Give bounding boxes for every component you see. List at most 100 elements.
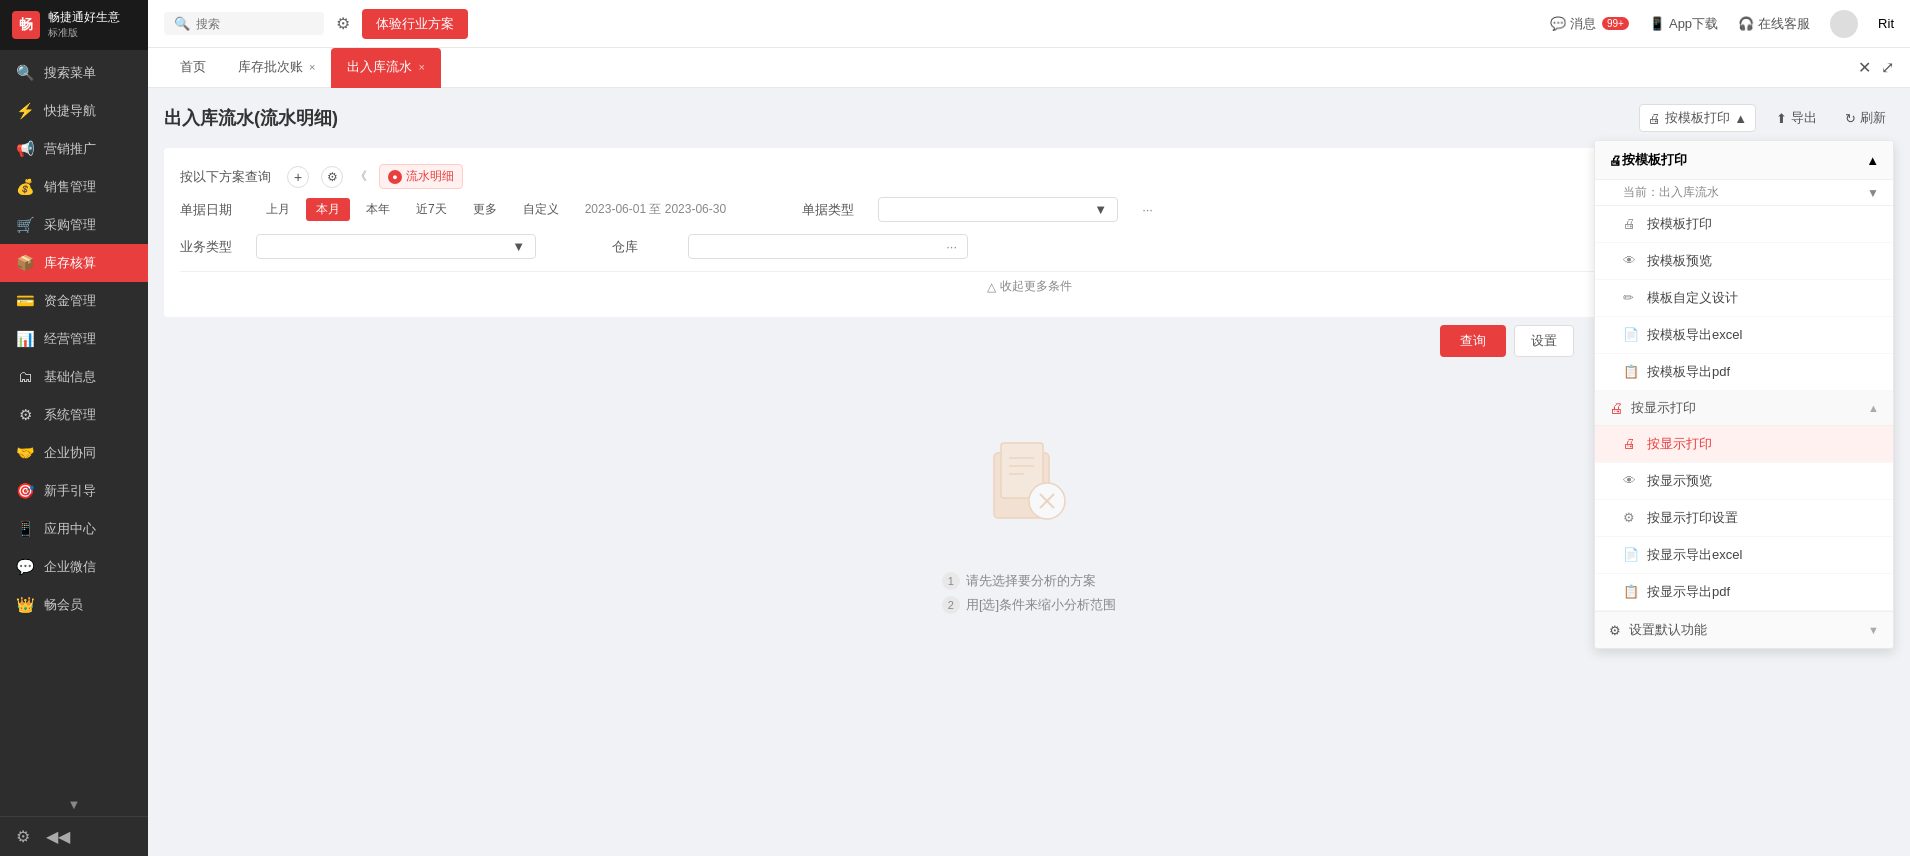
dropdown-item-display-preview[interactable]: 👁 按显示预览 (1595, 463, 1893, 500)
topbar: 🔍 ⚙ 体验行业方案 💬 消息 99+ 📱 App下载 🎧 在线客服 Rit (148, 0, 1910, 48)
lightning-icon: ⚡ (16, 102, 34, 120)
dropdown-item-template-custom[interactable]: ✏ 模板自定义设计 (1595, 280, 1893, 317)
tab-stock-flow[interactable]: 出入库流水 × (331, 48, 440, 88)
tab-expand-btn[interactable]: ⤢ (1881, 58, 1894, 77)
logo-text: 畅捷通好生意 标准版 (48, 10, 120, 40)
search-bar[interactable]: 🔍 (164, 12, 324, 35)
sidebar-nav: 🔍 搜索菜单 ⚡ 快捷导航 📢 营销推广 💰 销售管理 🛒 采购管理 📦 库存核… (0, 50, 148, 793)
print-template-btn[interactable]: 🖨 按模板打印 ▲ (1639, 104, 1756, 132)
sidebar-item-quick-nav[interactable]: ⚡ 快捷导航 (0, 92, 148, 130)
query-btn[interactable]: 查询 (1440, 325, 1506, 357)
display-print-icon: 🖨 (1623, 436, 1639, 452)
dropdown-header-print-icon: 🖨 (1609, 153, 1622, 168)
sidebar-item-basic[interactable]: 🗂 基础信息 (0, 358, 148, 396)
tab-inventory-batch[interactable]: 库存批次账 × (222, 48, 331, 88)
tab-home[interactable]: 首页 (164, 48, 222, 88)
marketing-icon: 📢 (16, 140, 34, 158)
search-input[interactable] (196, 17, 316, 31)
date-option-this-year[interactable]: 本年 (356, 198, 400, 221)
online-service-btn[interactable]: 🎧 在线客服 (1738, 15, 1810, 33)
date-option-last-7-days[interactable]: 近7天 (406, 198, 457, 221)
sidebar-item-wechat[interactable]: 💬 企业微信 (0, 548, 148, 586)
dropdown-item-display-export-excel[interactable]: 📄 按显示导出excel (1595, 537, 1893, 574)
mobile-icon: 📱 (1649, 16, 1665, 31)
collapse-icon[interactable]: ◀◀ (46, 827, 70, 846)
excel-icon: 📄 (1623, 327, 1639, 343)
sidebar-item-guide[interactable]: 🎯 新手引导 (0, 472, 148, 510)
date-label: 单据日期 (180, 201, 240, 219)
page-title: 出入库流水(流水明细) (164, 106, 338, 130)
dropdown-item-template-export-excel[interactable]: 📄 按模板导出excel (1595, 317, 1893, 354)
export-btn[interactable]: ⬆ 导出 (1768, 105, 1825, 131)
dropdown-footer[interactable]: ⚙ 设置默认功能 ▼ (1595, 611, 1893, 648)
sidebar-item-sales[interactable]: 💰 销售管理 (0, 168, 148, 206)
sidebar-item-operation[interactable]: 📊 经营管理 (0, 320, 148, 358)
display-section-toggle[interactable]: ▲ (1868, 402, 1879, 414)
sidebar-item-enterprise[interactable]: 🤝 企业协同 (0, 434, 148, 472)
pdf-icon: 📋 (1623, 364, 1639, 380)
tab-close-all-btn[interactable]: ✕ (1858, 58, 1871, 77)
setting-btn[interactable]: 设置 (1514, 325, 1574, 357)
business-type-select[interactable]: ▼ (256, 234, 536, 259)
topbar-right: 💬 消息 99+ 📱 App下载 🎧 在线客服 Rit (1550, 10, 1894, 38)
display-section-icon: 🖨 (1609, 400, 1623, 416)
sidebar-item-finance[interactable]: 💳 资金管理 (0, 282, 148, 320)
dropdown-chevron-up-icon[interactable]: ▲ (1866, 153, 1879, 168)
sidebar-item-system[interactable]: ⚙ 系统管理 (0, 396, 148, 434)
date-option-this-month[interactable]: 本月 (306, 198, 350, 221)
avatar[interactable] (1830, 10, 1858, 38)
display-excel-icon: 📄 (1623, 547, 1639, 563)
date-option-more[interactable]: 更多 (463, 198, 507, 221)
chevron-up-icon: △ (987, 280, 996, 294)
filter-tag-item[interactable]: ● 流水明细 (379, 164, 463, 189)
page-header: 出入库流水(流水明细) 🖨 按模板打印 ▲ ⬆ 导出 ↻ 刷新 (164, 104, 1894, 132)
message-btn[interactable]: 💬 消息 99+ (1550, 15, 1629, 33)
doc-type-select[interactable]: ▼ (878, 197, 1118, 222)
tab-stock-flow-close[interactable]: × (418, 61, 424, 73)
tabbar-actions: ✕ ⤢ (1858, 58, 1894, 77)
sidebar: 畅 畅捷通好生意 标准版 🔍 搜索菜单 ⚡ 快捷导航 📢 营销推广 💰 销售管理… (0, 0, 148, 856)
tab-inventory-batch-close[interactable]: × (309, 61, 315, 73)
chevron-up-icon: ▲ (1734, 111, 1747, 126)
empty-state-tips: 1 请先选择要分析的方案 2 用[选]条件来缩小分析范围 (942, 572, 1116, 620)
sales-icon: 💰 (16, 178, 34, 196)
sidebar-item-marketing[interactable]: 📢 营销推广 (0, 130, 148, 168)
warehouse-more-icon[interactable]: ··· (946, 239, 957, 254)
dropdown-item-template-export-pdf[interactable]: 📋 按模板导出pdf (1595, 354, 1893, 391)
date-option-last-month[interactable]: 上月 (256, 198, 300, 221)
dropdown-item-template-preview[interactable]: 👁 按模板预览 (1595, 243, 1893, 280)
sidebar-item-app-center[interactable]: 📱 应用中心 (0, 510, 148, 548)
dropdown-footer-settings-icon: ⚙ 设置默认功能 (1609, 621, 1707, 639)
refresh-icon: ↻ (1845, 111, 1856, 126)
business-type-arrow: ▼ (512, 239, 525, 254)
warehouse-select[interactable]: ··· (688, 234, 968, 259)
print-dropdown-panel: 🖨 按模板打印 ▲ 当前：出入库流水 ▼ 🖨 按模板打印 👁 按模板预 (1594, 140, 1894, 649)
app-download-btn[interactable]: 📱 App下载 (1649, 15, 1718, 33)
refresh-btn[interactable]: ↻ 刷新 (1837, 105, 1894, 131)
sidebar-item-member[interactable]: 👑 畅会员 (0, 586, 148, 624)
sidebar-item-search[interactable]: 🔍 搜索菜单 (0, 54, 148, 92)
sidebar-item-inventory[interactable]: 📦 库存核算 (0, 244, 148, 282)
dropdown-current-arrow: ▼ (1867, 186, 1879, 200)
gear-icon[interactable]: ⚙ (336, 14, 350, 33)
dropdown-item-template-print[interactable]: 🖨 按模板打印 (1595, 206, 1893, 243)
dropdown-display-section[interactable]: 🖨 按显示打印 ▲ (1595, 391, 1893, 426)
doc-type-more-icon[interactable]: ··· (1142, 202, 1153, 217)
date-option-custom[interactable]: 自定义 (513, 198, 569, 221)
doc-type-label: 单据类型 (802, 201, 862, 219)
dropdown-item-display-print-setting[interactable]: ⚙ 按显示打印设置 (1595, 500, 1893, 537)
industry-btn[interactable]: 体验行业方案 (362, 9, 468, 39)
filter-add-btn[interactable]: + (287, 166, 309, 188)
filter-collapse-btn[interactable]: 《 (355, 168, 367, 185)
dropdown-item-display-export-pdf[interactable]: 📋 按显示导出pdf (1595, 574, 1893, 611)
settings-icon[interactable]: ⚙ (16, 827, 30, 846)
dropdown-item-display-print[interactable]: 🖨 按显示打印 (1595, 426, 1893, 463)
filter-setting-btn[interactable]: ⚙ (321, 166, 343, 188)
main-content: 🔍 ⚙ 体验行业方案 💬 消息 99+ 📱 App下载 🎧 在线客服 Rit (148, 0, 1910, 856)
sidebar-scroll-down[interactable]: ▼ (0, 793, 148, 816)
message-icon: 💬 (1550, 16, 1566, 31)
display-pdf-icon: 📋 (1623, 584, 1639, 600)
sidebar-item-purchase[interactable]: 🛒 采购管理 (0, 206, 148, 244)
edit-icon: ✏ (1623, 290, 1639, 306)
display-setting-icon: ⚙ (1623, 510, 1639, 526)
